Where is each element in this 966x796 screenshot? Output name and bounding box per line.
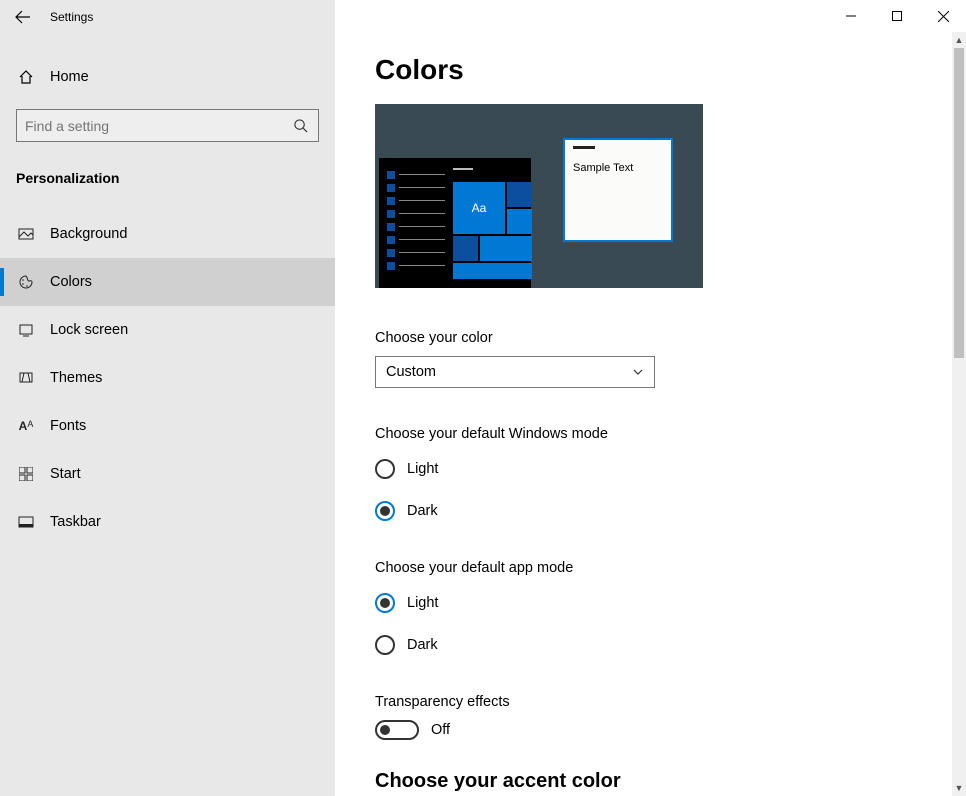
search-box[interactable] — [16, 109, 319, 142]
palette-icon — [16, 274, 36, 290]
preview-tile-aa: Aa — [453, 182, 505, 234]
windows-mode-dark[interactable]: Dark — [375, 496, 912, 526]
sidebar-content: Home Personalization Background Colors — [0, 33, 335, 546]
preview-app-window: Sample Text — [563, 138, 673, 242]
sidebar-item-label: Colors — [50, 274, 92, 290]
start-icon — [16, 467, 36, 481]
back-button[interactable] — [0, 0, 46, 33]
titlebar-left: Settings — [0, 0, 335, 33]
main-content: Colors Aa Sample Text — [335, 32, 952, 796]
transparency-label: Transparency effects — [375, 694, 912, 710]
category-header: Personalization — [16, 170, 319, 186]
main-area: Colors Aa Sample Text — [335, 0, 966, 796]
radio-icon — [375, 501, 395, 521]
maximize-button[interactable] — [874, 0, 920, 32]
nav-list: Background Colors Lock screen Themes AA … — [0, 210, 335, 546]
scroll-up-icon[interactable]: ▲ — [952, 32, 966, 48]
sidebar-item-label: Themes — [50, 370, 102, 386]
sidebar-item-label: Taskbar — [50, 514, 101, 530]
themes-icon — [16, 370, 36, 386]
arrow-left-icon — [15, 9, 31, 25]
sidebar-home-label: Home — [50, 69, 89, 85]
radio-label: Light — [407, 595, 438, 611]
taskbar-icon — [16, 516, 36, 528]
picture-icon — [16, 226, 36, 242]
windows-mode-label: Choose your default Windows mode — [375, 426, 912, 442]
radio-icon — [375, 593, 395, 613]
minimize-button[interactable] — [828, 0, 874, 32]
sidebar-item-start[interactable]: Start — [0, 450, 335, 498]
sidebar-item-fonts[interactable]: AA Fonts — [0, 402, 335, 450]
window-controls — [828, 0, 966, 32]
app-mode-group: Light Dark — [375, 588, 912, 660]
app-mode-label: Choose your default app mode — [375, 560, 912, 576]
transparency-toggle-row: Off — [375, 720, 912, 740]
page-title: Colors — [375, 54, 912, 86]
vertical-scrollbar[interactable]: ▲ ▼ — [952, 32, 966, 796]
accent-color-heading: Choose your accent color — [375, 770, 912, 793]
window-title: Settings — [46, 10, 93, 24]
color-mode-dropdown[interactable]: Custom — [375, 356, 655, 388]
app-mode-dark[interactable]: Dark — [375, 630, 912, 660]
minimize-icon — [846, 11, 856, 21]
scrollbar-thumb[interactable] — [954, 48, 964, 358]
sidebar-item-background[interactable]: Background — [0, 210, 335, 258]
chevron-down-icon — [632, 366, 644, 378]
app-mode-light[interactable]: Light — [375, 588, 912, 618]
close-button[interactable] — [920, 0, 966, 32]
preview-start-tiles: Aa — [453, 182, 533, 282]
lockscreen-icon — [16, 322, 36, 338]
color-preview: Aa Sample Text — [375, 104, 703, 288]
home-icon — [16, 69, 36, 85]
fonts-icon: AA — [16, 419, 36, 433]
sidebar-item-label: Fonts — [50, 418, 86, 434]
search-icon — [293, 118, 308, 138]
close-icon — [938, 11, 949, 22]
radio-label: Dark — [407, 637, 438, 653]
transparency-toggle[interactable] — [375, 720, 419, 740]
transparency-state: Off — [431, 722, 450, 738]
sidebar: Settings Home Personalization Background — [0, 0, 335, 796]
scroll-down-icon[interactable]: ▼ — [952, 780, 966, 796]
radio-label: Light — [407, 461, 438, 477]
sidebar-item-label: Start — [50, 466, 81, 482]
sidebar-home[interactable]: Home — [16, 57, 319, 97]
windows-mode-group: Light Dark — [375, 454, 912, 526]
radio-icon — [375, 459, 395, 479]
settings-window: Settings Home Personalization Background — [0, 0, 966, 796]
color-mode-value: Custom — [386, 364, 436, 380]
preview-app-list — [387, 170, 445, 282]
sidebar-item-themes[interactable]: Themes — [0, 354, 335, 402]
search-input[interactable] — [25, 118, 310, 134]
sidebar-item-lockscreen[interactable]: Lock screen — [0, 306, 335, 354]
sidebar-item-colors[interactable]: Colors — [0, 258, 335, 306]
sidebar-item-taskbar[interactable]: Taskbar — [0, 498, 335, 546]
choose-color-label: Choose your color — [375, 330, 912, 346]
radio-label: Dark — [407, 503, 438, 519]
preview-sample-text: Sample Text — [573, 162, 633, 174]
maximize-icon — [892, 11, 902, 21]
windows-mode-light[interactable]: Light — [375, 454, 912, 484]
radio-icon — [375, 635, 395, 655]
preview-taskbar: Aa — [379, 158, 531, 288]
sidebar-item-label: Background — [50, 226, 127, 242]
sidebar-item-label: Lock screen — [50, 322, 128, 338]
